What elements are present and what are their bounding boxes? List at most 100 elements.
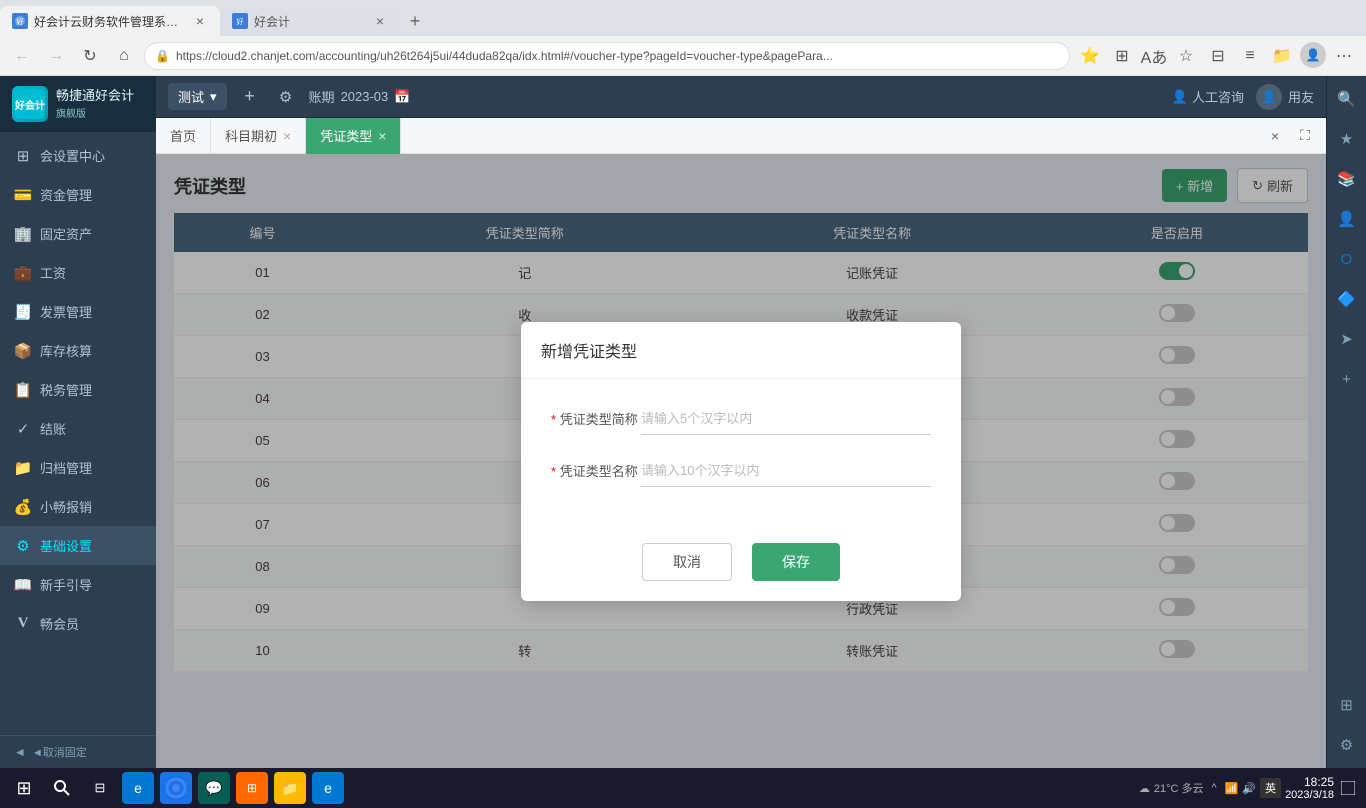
- apps-taskbar[interactable]: ⊞: [236, 772, 268, 804]
- nav-back[interactable]: ←: [8, 42, 36, 70]
- lang-btn[interactable]: 英: [1260, 778, 1281, 798]
- field-code-input[interactable]: [641, 403, 931, 435]
- right-settings[interactable]: ⚙: [1332, 730, 1362, 760]
- right-grid[interactable]: ⊞: [1332, 690, 1362, 720]
- page-area: 凭证类型 + 新增 ↻ 刷新 编号 凭证类型简称 凭证类型名称 是否启用: [156, 154, 1326, 768]
- nav-refresh[interactable]: ↻: [76, 42, 104, 70]
- nav-bookmark[interactable]: ☆: [1172, 42, 1200, 70]
- search-taskbar[interactable]: [46, 772, 78, 804]
- right-person[interactable]: 👤: [1332, 204, 1362, 234]
- nav-collections[interactable]: 📁: [1268, 42, 1296, 70]
- sidebar-item-salary[interactable]: 💼 工资: [0, 253, 156, 292]
- field-code-label: * 凭证类型简称: [551, 409, 641, 428]
- start-button[interactable]: ⊞: [8, 772, 40, 804]
- right-plus[interactable]: +: [1332, 364, 1362, 394]
- wechat-taskbar[interactable]: 💬: [198, 772, 230, 804]
- clock: 18:25 2023/3/18: [1285, 775, 1334, 801]
- invoice-icon: 🧾: [14, 303, 32, 321]
- field-name-input[interactable]: [641, 455, 931, 487]
- right-arrow[interactable]: ➤: [1332, 324, 1362, 354]
- right-outlook[interactable]: O: [1332, 244, 1362, 274]
- dialog-footer: 取消 保存: [521, 531, 961, 601]
- tab-subject-close[interactable]: ×: [283, 128, 291, 144]
- user-info[interactable]: 👤 用友: [1256, 84, 1314, 110]
- files-taskbar[interactable]: 📁: [274, 772, 306, 804]
- workspace-selector[interactable]: 测试 ▾: [168, 83, 227, 110]
- sidebar-item-label-archive: 归档管理: [40, 458, 92, 477]
- cancel-button[interactable]: 取消: [642, 543, 732, 581]
- save-button[interactable]: 保存: [752, 543, 840, 581]
- nav-extensions[interactable]: ⭐: [1076, 42, 1104, 70]
- form-row-code: * 凭证类型简称: [551, 403, 931, 435]
- sidebar-item-member[interactable]: V 畅会员: [0, 604, 156, 643]
- nav-sync[interactable]: ⊞: [1108, 42, 1136, 70]
- sidebar-item-checkout[interactable]: ✓ 结账: [0, 409, 156, 448]
- sidebar-item-label-checkout: 结账: [40, 419, 66, 438]
- sidebar-item-tax[interactable]: 📋 税务管理: [0, 370, 156, 409]
- app-container: 好会计 畅捷通好会计 旗舰版 ⊞ 会设置中心 💳 资金管理 🏢 固定资产: [0, 76, 1366, 768]
- logo-icon: 好会计: [12, 86, 48, 122]
- nav-tab-groups[interactable]: ⊟: [1204, 42, 1232, 70]
- period-value: 2023-03: [341, 89, 389, 104]
- required-mark-code: *: [551, 412, 556, 427]
- logo-sub: 旗舰版: [56, 105, 134, 120]
- nav-profile[interactable]: 👤: [1300, 42, 1326, 68]
- window-maximize[interactable]: ⛶: [1292, 123, 1318, 149]
- sidebar-item-archive[interactable]: 📁 归档管理: [0, 448, 156, 487]
- consult-button[interactable]: 👤 人工咨询: [1172, 87, 1244, 106]
- chrome-taskbar[interactable]: [160, 772, 192, 804]
- tab-home-label: 首页: [170, 126, 196, 145]
- sidebar-item-label-capital: 资金管理: [40, 185, 92, 204]
- field-name-label: * 凭证类型名称: [551, 461, 641, 480]
- tab-close-1[interactable]: ×: [192, 13, 208, 29]
- browser-tab-2[interactable]: 好 好会计 ×: [220, 6, 400, 36]
- logo-text-container: 畅捷通好会计 旗舰版: [56, 88, 134, 120]
- tab-home[interactable]: 首页: [156, 118, 211, 154]
- archive-icon: 📁: [14, 459, 32, 477]
- workspace-name: 测试: [178, 87, 204, 106]
- system-tray: ☁ 21°C 多云 ^ 📶 🔊 英 18:25 2023/3/18: [1139, 775, 1358, 801]
- nav-home[interactable]: ⌂: [110, 42, 138, 70]
- sidebar-item-basic[interactable]: ⚙ 基础设置: [0, 526, 156, 565]
- browser-nav-bar: ← → ↻ ⌂ 🔒 https://cloud2.chanjet.com/acc…: [0, 36, 1366, 76]
- sidebar-item-guide[interactable]: 📖 新手引导: [0, 565, 156, 604]
- tab-voucher-type[interactable]: 凭证类型 ×: [306, 118, 401, 154]
- address-text: https://cloud2.chanjet.com/accounting/uh…: [176, 49, 1059, 63]
- edge-taskbar[interactable]: e: [122, 772, 154, 804]
- new-tab-button[interactable]: +: [400, 6, 430, 36]
- sidebar-item-inventory[interactable]: 📦 库存核算: [0, 331, 156, 370]
- edge2-taskbar[interactable]: e: [312, 772, 344, 804]
- tab-voucher-type-close[interactable]: ×: [378, 128, 386, 144]
- nav-translate[interactable]: Aあ: [1140, 42, 1168, 70]
- add-workspace-button[interactable]: +: [237, 84, 263, 110]
- sidebar-logo: 好会计 畅捷通好会计 旗舰版: [0, 76, 156, 132]
- sidebar-item-fixed-assets[interactable]: 🏢 固定资产: [0, 214, 156, 253]
- dialog-overlay: 新增凭证类型 * 凭证类型简称 *: [156, 154, 1326, 768]
- settings-button[interactable]: ⚙: [273, 84, 299, 110]
- sidebar: 好会计 畅捷通好会计 旗舰版 ⊞ 会设置中心 💳 资金管理 🏢 固定资产: [0, 76, 156, 768]
- task-view[interactable]: ⊟: [84, 772, 116, 804]
- sidebar-item-dashboard[interactable]: ⊞ 会设置中心: [0, 136, 156, 175]
- sidebar-item-expense[interactable]: 💰 小畅报销: [0, 487, 156, 526]
- right-edge-icon[interactable]: 🔷: [1332, 284, 1362, 314]
- browser-tab-bar: 好 好会计云财务软件管理系统_会计 × 好 好会计 × +: [0, 0, 1366, 36]
- window-minimize[interactable]: ×: [1262, 123, 1288, 149]
- browser-tab-1[interactable]: 好 好会计云财务软件管理系统_会计 ×: [0, 6, 220, 36]
- right-star[interactable]: ★: [1332, 124, 1362, 154]
- address-bar[interactable]: 🔒 https://cloud2.chanjet.com/accounting/…: [144, 42, 1070, 70]
- tab-subject[interactable]: 科目期初 ×: [211, 118, 306, 154]
- nav-more[interactable]: ⋯: [1330, 42, 1358, 70]
- sidebar-item-invoice[interactable]: 🧾 发票管理: [0, 292, 156, 331]
- weather-text: 21°C 多云: [1154, 780, 1204, 796]
- top-bar-right: 👤 人工咨询 👤 用友: [1172, 84, 1314, 110]
- notification-area[interactable]: [1338, 778, 1358, 798]
- sidebar-collapse-button[interactable]: ◄ ◄取消固定: [0, 735, 156, 768]
- sidebar-item-capital[interactable]: 💳 资金管理: [0, 175, 156, 214]
- sidebar-item-label-inventory: 库存核算: [40, 341, 92, 360]
- nav-forward[interactable]: →: [42, 42, 70, 70]
- tab-voucher-type-label: 凭证类型: [320, 126, 372, 145]
- right-collection[interactable]: 📚: [1332, 164, 1362, 194]
- right-search[interactable]: 🔍: [1332, 84, 1362, 114]
- tab-close-2[interactable]: ×: [372, 13, 388, 29]
- nav-read-mode[interactable]: ≡: [1236, 42, 1264, 70]
